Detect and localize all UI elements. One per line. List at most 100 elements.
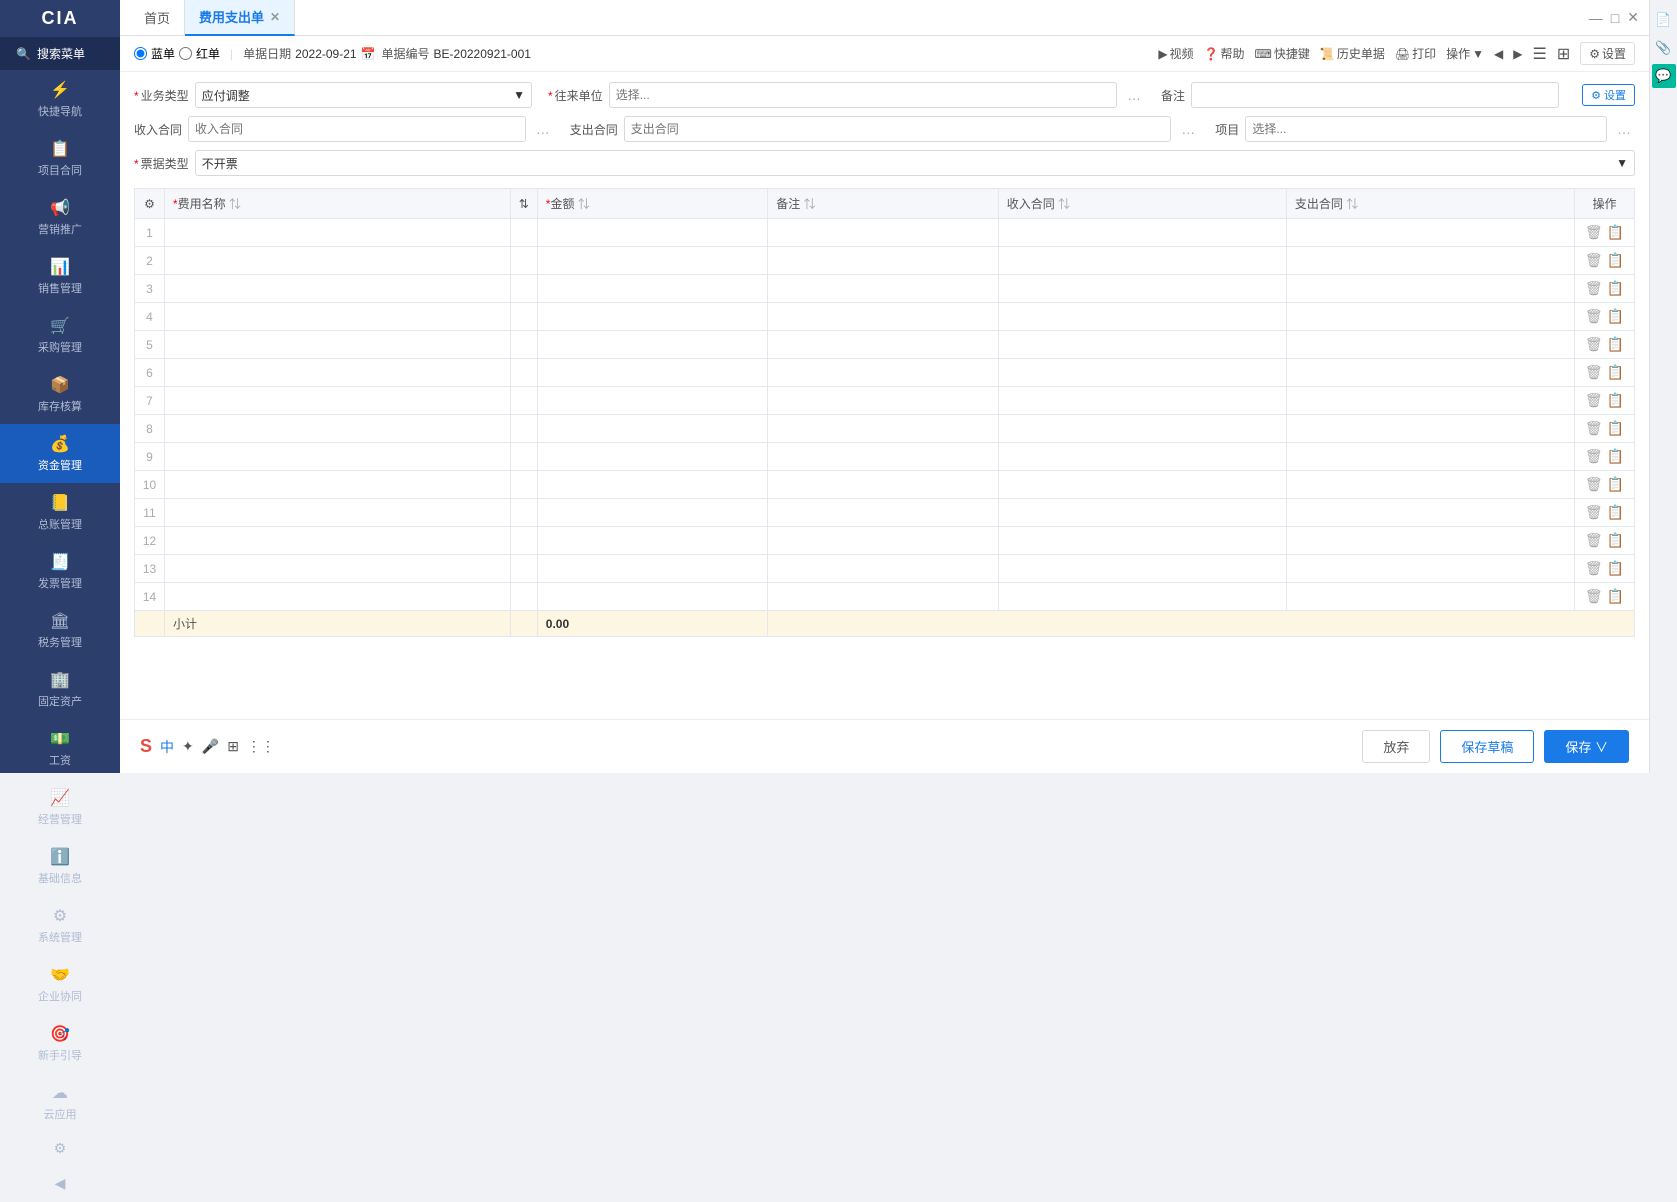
- row-amount-9[interactable]: [537, 443, 767, 471]
- help-btn[interactable]: ❓ 帮助: [1204, 45, 1245, 62]
- row-delete-icon-13[interactable]: 🗑: [1585, 560, 1603, 577]
- sidebar-item-invoice[interactable]: 🧾 发票管理: [0, 542, 120, 601]
- settings-btn[interactable]: ⚙ 设置: [1580, 42, 1635, 65]
- row-expense-name-11[interactable]: [165, 499, 511, 527]
- nav-next-btn[interactable]: ▶: [1513, 47, 1522, 61]
- row-expense-name-14[interactable]: [165, 583, 511, 611]
- row-amount-1[interactable]: [537, 219, 767, 247]
- row-delete-icon-2[interactable]: 🗑: [1585, 252, 1603, 269]
- row-copy-icon-12[interactable]: 📋: [1607, 532, 1624, 549]
- right-panel-chat-icon[interactable]: 💬: [1652, 64, 1676, 88]
- amount-sort-icon[interactable]: ⇅: [578, 197, 590, 211]
- row-income-contract-5[interactable]: [998, 331, 1286, 359]
- row-income-contract-7[interactable]: [998, 387, 1286, 415]
- sidebar-item-ledger[interactable]: 📒 总账管理: [0, 483, 120, 542]
- row-copy-icon-4[interactable]: 📋: [1607, 308, 1624, 325]
- row-copy-icon-8[interactable]: 📋: [1607, 420, 1624, 437]
- sidebar-item-sales[interactable]: 📊 销售管理: [0, 247, 120, 306]
- row-amount-12[interactable]: [537, 527, 767, 555]
- row-expense-contract-14[interactable]: [1286, 583, 1574, 611]
- col-sort[interactable]: ⇅: [510, 189, 537, 219]
- remark-input[interactable]: [1191, 82, 1559, 108]
- row-expense-name-10[interactable]: [165, 471, 511, 499]
- row-expense-name-8[interactable]: [165, 415, 511, 443]
- row-expense-name-7[interactable]: [165, 387, 511, 415]
- row-expense-contract-11[interactable]: [1286, 499, 1574, 527]
- business-type-select[interactable]: 应付调整 ▼: [195, 82, 532, 108]
- row-expense-name-1[interactable]: [165, 219, 511, 247]
- row-amount-8[interactable]: [537, 415, 767, 443]
- row-remark-6[interactable]: [768, 359, 998, 387]
- row-amount-7[interactable]: [537, 387, 767, 415]
- row-remark-1[interactable]: [768, 219, 998, 247]
- partner-more-btn[interactable]: …: [1123, 87, 1145, 103]
- income-contract-input[interactable]: [188, 116, 526, 142]
- sidebar-item-operation[interactable]: 📈 经营管理: [0, 778, 120, 837]
- row-expense-contract-5[interactable]: [1286, 331, 1574, 359]
- row-remark-12[interactable]: [768, 527, 998, 555]
- row-amount-2[interactable]: [537, 247, 767, 275]
- row-income-contract-2[interactable]: [998, 247, 1286, 275]
- sidebar-item-marketing[interactable]: 📢 营销推广: [0, 188, 120, 247]
- row-copy-icon-11[interactable]: 📋: [1607, 504, 1624, 521]
- row-expense-name-5[interactable]: [165, 331, 511, 359]
- history-btn[interactable]: 📜 历史单据: [1320, 45, 1385, 62]
- row-amount-10[interactable]: [537, 471, 767, 499]
- row-remark-11[interactable]: [768, 499, 998, 527]
- tab-close-icon[interactable]: ✕: [270, 10, 280, 24]
- close-window-btn[interactable]: ✕: [1627, 9, 1639, 26]
- row-copy-icon-1[interactable]: 📋: [1607, 224, 1624, 241]
- sort-icon[interactable]: ⇅: [229, 197, 241, 211]
- row-delete-icon-14[interactable]: 🗑: [1585, 588, 1603, 605]
- shortcut-btn[interactable]: ⌨ 快捷键: [1255, 45, 1310, 62]
- row-copy-icon-2[interactable]: 📋: [1607, 252, 1624, 269]
- row-delete-icon-1[interactable]: 🗑: [1585, 224, 1603, 241]
- save-draft-button[interactable]: 保存草稿: [1440, 730, 1534, 763]
- expense-contract-input[interactable]: [624, 116, 1172, 142]
- row-remark-5[interactable]: [768, 331, 998, 359]
- discard-button[interactable]: 放弃: [1362, 730, 1430, 763]
- row-income-contract-1[interactable]: [998, 219, 1286, 247]
- row-delete-icon-8[interactable]: 🗑: [1585, 420, 1603, 437]
- row-expense-name-12[interactable]: [165, 527, 511, 555]
- row-amount-13[interactable]: [537, 555, 767, 583]
- row-income-contract-12[interactable]: [998, 527, 1286, 555]
- row-expense-contract-13[interactable]: [1286, 555, 1574, 583]
- expense-contract-more-btn[interactable]: …: [1177, 121, 1199, 137]
- sidebar-item-project-contract[interactable]: 📋 项目合同: [0, 129, 120, 188]
- view-grid-btn[interactable]: ⊞: [1557, 44, 1570, 64]
- row-amount-6[interactable]: [537, 359, 767, 387]
- row-income-contract-13[interactable]: [998, 555, 1286, 583]
- row-expense-name-4[interactable]: [165, 303, 511, 331]
- sidebar-item-payroll[interactable]: 💵 工资: [0, 719, 120, 778]
- sidebar-item-purchase[interactable]: 🛒 采购管理: [0, 306, 120, 365]
- row-remark-9[interactable]: [768, 443, 998, 471]
- sidebar-item-enterprise[interactable]: 🤝 企业协同: [0, 955, 120, 1014]
- row-expense-name-6[interactable]: [165, 359, 511, 387]
- row-income-contract-4[interactable]: [998, 303, 1286, 331]
- video-btn[interactable]: ▶ 视频: [1158, 45, 1193, 62]
- row-expense-contract-7[interactable]: [1286, 387, 1574, 415]
- row-amount-5[interactable]: [537, 331, 767, 359]
- row-delete-icon-11[interactable]: 🗑: [1585, 504, 1603, 521]
- row-delete-icon-6[interactable]: 🗑: [1585, 364, 1603, 381]
- row-delete-icon-10[interactable]: 🗑: [1585, 476, 1603, 493]
- row-expense-contract-10[interactable]: [1286, 471, 1574, 499]
- row-amount-11[interactable]: [537, 499, 767, 527]
- minimize-btn[interactable]: —: [1589, 10, 1603, 26]
- sidebar-settings[interactable]: ⚙: [0, 1132, 120, 1167]
- blue-radio[interactable]: [134, 47, 147, 60]
- row-copy-icon-5[interactable]: 📋: [1607, 336, 1624, 353]
- save-button[interactable]: 保存 ∨: [1544, 730, 1629, 763]
- nav-prev-btn[interactable]: ◀: [1494, 47, 1503, 61]
- row-remark-2[interactable]: [768, 247, 998, 275]
- form-settings-btn[interactable]: ⚙ 设置: [1582, 84, 1635, 106]
- tab-home[interactable]: 首页: [130, 0, 185, 36]
- sidebar-item-search[interactable]: 🔍 搜索菜单: [0, 37, 120, 70]
- maximize-btn[interactable]: □: [1611, 10, 1619, 26]
- income-sort-icon[interactable]: ⇅: [1058, 197, 1070, 211]
- tab-expense[interactable]: 费用支出单 ✕: [185, 0, 295, 36]
- row-income-contract-10[interactable]: [998, 471, 1286, 499]
- col-gear[interactable]: ⚙: [135, 189, 165, 219]
- row-delete-icon-4[interactable]: 🗑: [1585, 308, 1603, 325]
